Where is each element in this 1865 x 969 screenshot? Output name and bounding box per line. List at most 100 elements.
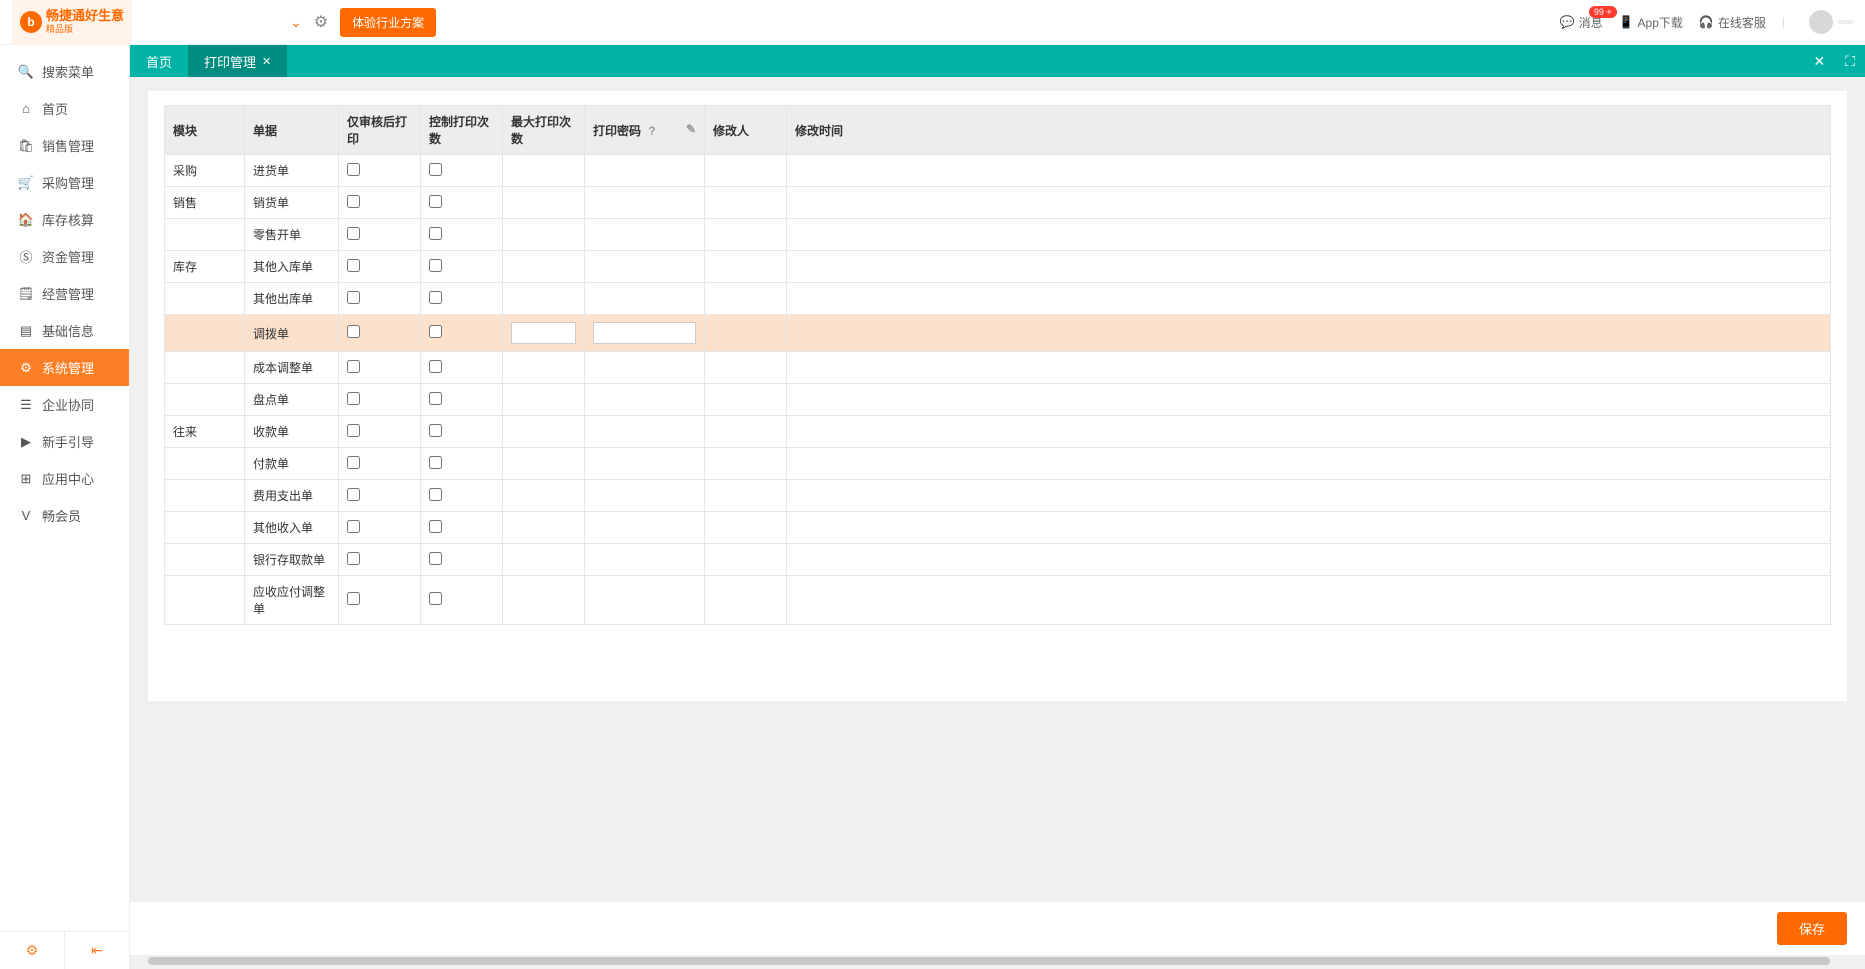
cell-max	[503, 155, 585, 187]
cell-ctrl	[421, 352, 503, 384]
cell-time	[787, 251, 1831, 283]
table-row: 库存其他入库单	[165, 251, 1831, 283]
sidebar-item-guide[interactable]: ▶新手引导	[0, 423, 129, 460]
audit-checkbox[interactable]	[347, 195, 360, 208]
industry-cta-button[interactable]: 体验行业方案	[340, 8, 436, 37]
online-service-link[interactable]: 🎧 在线客服	[1699, 14, 1766, 31]
cell-module: 库存	[165, 251, 245, 283]
ctrl-count-checkbox[interactable]	[429, 520, 442, 533]
sidebar-item-system[interactable]: ⚙系统管理	[0, 349, 129, 386]
print-password-input[interactable]	[593, 322, 696, 344]
cell-doc: 应收应付调整单	[245, 576, 339, 625]
sidebar-item-label: 库存核算	[42, 210, 94, 229]
ctrl-count-checkbox[interactable]	[429, 392, 442, 405]
sidebar-item-label: 系统管理	[42, 358, 94, 377]
cell-ctrl	[421, 187, 503, 219]
org-selector[interactable]: ⌄	[150, 14, 302, 31]
th-doc: 单据	[245, 106, 339, 155]
inventory-icon: 🏠	[18, 212, 34, 228]
cell-ctrl	[421, 283, 503, 315]
cell-pwd	[585, 283, 705, 315]
cell-ctrl	[421, 384, 503, 416]
save-button[interactable]: 保存	[1777, 912, 1847, 945]
sidebar-item-home[interactable]: ⌂首页	[0, 90, 129, 127]
cell-max	[503, 576, 585, 625]
content: 模块 单据 仅审核后打印 控制打印次数 最大打印次数 打印密码 ? ✎	[130, 77, 1865, 901]
th-max-count: 最大打印次数	[503, 106, 585, 155]
ctrl-count-checkbox[interactable]	[429, 291, 442, 304]
top-actions: 💬 消息 99 + 📱 App下载 🎧 在线客服 |	[1560, 10, 1853, 34]
cell-time	[787, 512, 1831, 544]
app-download-link[interactable]: 📱 App下载	[1619, 14, 1683, 31]
cell-audit	[339, 512, 421, 544]
cell-audit	[339, 283, 421, 315]
sidebar-collapse-button[interactable]: ⇤	[64, 932, 129, 969]
audit-checkbox[interactable]	[347, 392, 360, 405]
ctrl-count-checkbox[interactable]	[429, 195, 442, 208]
ctrl-count-checkbox[interactable]	[429, 163, 442, 176]
message-badge: 99 +	[1589, 6, 1617, 18]
tab-label: 打印管理	[204, 52, 256, 71]
ctrl-count-checkbox[interactable]	[429, 424, 442, 437]
cell-modifier	[705, 283, 787, 315]
audit-checkbox[interactable]	[347, 520, 360, 533]
ctrl-count-checkbox[interactable]	[429, 325, 442, 338]
sidebar-item-search-menu[interactable]: 🔍搜索菜单	[0, 53, 129, 90]
sidebar-item-inventory[interactable]: 🏠 库存核算	[0, 201, 129, 238]
audit-checkbox[interactable]	[347, 456, 360, 469]
max-print-input[interactable]	[511, 322, 576, 344]
sidebar-item-label: 企业协同	[42, 395, 94, 414]
ctrl-count-checkbox[interactable]	[429, 259, 442, 272]
audit-checkbox[interactable]	[347, 325, 360, 338]
sidebar-item-apps[interactable]: ⊞应用中心	[0, 460, 129, 497]
ctrl-count-checkbox[interactable]	[429, 360, 442, 373]
sidebar-settings-button[interactable]: ⚙	[0, 932, 64, 969]
user-menu[interactable]	[1801, 10, 1853, 34]
ctrl-count-checkbox[interactable]	[429, 552, 442, 565]
cell-ctrl	[421, 219, 503, 251]
fullscreen-button[interactable]: ⛶	[1835, 53, 1865, 70]
audit-checkbox[interactable]	[347, 592, 360, 605]
cell-pwd	[585, 416, 705, 448]
audit-checkbox[interactable]	[347, 291, 360, 304]
sidebar-item-operation[interactable]: 🗒经营管理	[0, 275, 129, 312]
audit-checkbox[interactable]	[347, 227, 360, 240]
audit-checkbox[interactable]	[347, 360, 360, 373]
audit-checkbox[interactable]	[347, 424, 360, 437]
sidebar-item-funds[interactable]: Ⓢ资金管理	[0, 238, 129, 275]
tab-0[interactable]: 首页	[130, 45, 188, 77]
ctrl-count-checkbox[interactable]	[429, 592, 442, 605]
help-icon[interactable]: ?	[648, 124, 655, 138]
sidebar-item-purchase[interactable]: 🛒采购管理	[0, 164, 129, 201]
settings-icon[interactable]: ⚙	[314, 12, 328, 32]
cell-max	[503, 251, 585, 283]
sidebar-item-label: 采购管理	[42, 173, 94, 192]
sidebar: 🔍搜索菜单⌂首页🛍销售管理🛒采购管理🏠库存核算Ⓢ资金管理🗒经营管理▤基础信息⚙系…	[0, 45, 130, 969]
audit-checkbox[interactable]	[347, 163, 360, 176]
cell-time	[787, 544, 1831, 576]
edit-column-icon[interactable]: ✎	[686, 122, 696, 136]
cell-max	[503, 384, 585, 416]
audit-checkbox[interactable]	[347, 488, 360, 501]
audit-checkbox[interactable]	[347, 552, 360, 565]
tab-close-icon[interactable]: ✕	[262, 55, 271, 68]
sidebar-item-sales[interactable]: 🛍销售管理	[0, 127, 129, 164]
tab-close-all-button[interactable]: ✕	[1803, 53, 1835, 70]
sidebar-item-member[interactable]: V畅会员	[0, 497, 129, 534]
cell-max	[503, 283, 585, 315]
ctrl-count-checkbox[interactable]	[429, 227, 442, 240]
sidebar-item-basic[interactable]: ▤基础信息	[0, 312, 129, 349]
tab-1[interactable]: 打印管理 ✕	[188, 45, 287, 77]
messages-link[interactable]: 💬 消息 99 +	[1560, 14, 1603, 31]
horizontal-scrollbar[interactable]	[148, 955, 1847, 967]
cell-module	[165, 315, 245, 352]
ctrl-count-checkbox[interactable]	[429, 456, 442, 469]
cell-module	[165, 283, 245, 315]
cell-max	[503, 187, 585, 219]
audit-checkbox[interactable]	[347, 259, 360, 272]
sidebar-item-collab[interactable]: ☰企业协同	[0, 386, 129, 423]
scrollbar-thumb[interactable]	[148, 957, 1830, 965]
th-audit-print: 仅审核后打印	[339, 106, 421, 155]
ctrl-count-checkbox[interactable]	[429, 488, 442, 501]
main-area: 首页打印管理✕ ✕ ⛶ 模块 单据	[130, 45, 1865, 969]
